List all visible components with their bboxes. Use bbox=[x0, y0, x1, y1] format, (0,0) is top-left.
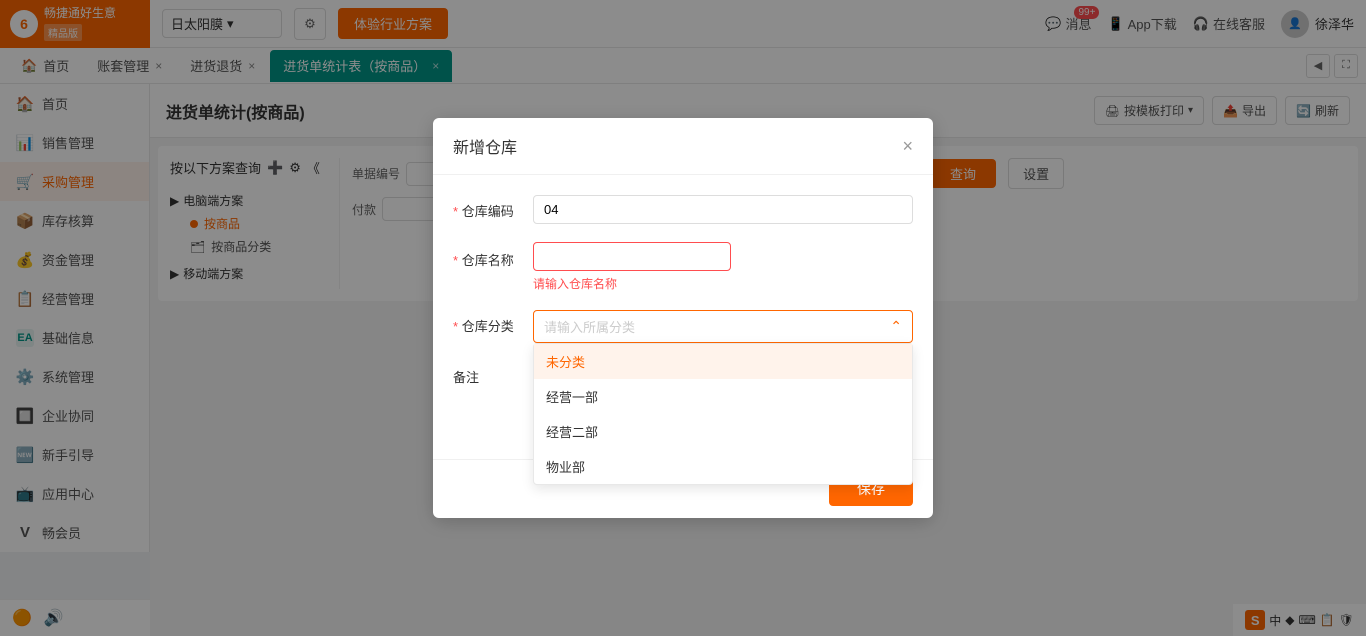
name-label-text: 仓库名称 bbox=[462, 253, 514, 268]
dropdown-option-dept2[interactable]: 经营二部 bbox=[534, 414, 912, 449]
name-label: * 仓库名称 bbox=[453, 244, 533, 269]
dropdown-option-dept1[interactable]: 经营一部 bbox=[534, 379, 912, 414]
code-label-text: 仓库编码 bbox=[462, 204, 514, 219]
note-label: 备注 bbox=[453, 361, 533, 386]
modal-title: 新增仓库 bbox=[453, 134, 517, 158]
modal-body: * 仓库编码 * 仓库名称 请输入仓库名称 bbox=[433, 175, 933, 459]
category-label: * 仓库分类 bbox=[453, 310, 533, 335]
dropdown-option-dept3[interactable]: 物业部 bbox=[534, 449, 912, 484]
category-placeholder: 请输入所属分类 bbox=[544, 317, 635, 336]
name-input[interactable] bbox=[533, 242, 731, 271]
form-name-row: * 仓库名称 bbox=[453, 242, 731, 271]
category-required: * bbox=[453, 319, 458, 334]
category-dropdown-list: 未分类 经营一部 经营二部 物业部 bbox=[533, 343, 913, 485]
category-dropdown-wrapper: 请输入所属分类 ⌃ 未分类 经营一部 经营二部 物业部 bbox=[533, 310, 913, 343]
form-row-code: * 仓库编码 bbox=[453, 195, 913, 224]
code-input[interactable] bbox=[533, 195, 913, 224]
form-row-name: * 仓库名称 请输入仓库名称 bbox=[453, 242, 913, 292]
modal-header: 新增仓库 × bbox=[433, 118, 933, 175]
modal-overlay: 新增仓库 × * 仓库编码 * 仓库名称 bbox=[0, 0, 1366, 636]
code-label: * 仓库编码 bbox=[453, 195, 533, 220]
name-required: * bbox=[453, 253, 458, 268]
new-warehouse-modal: 新增仓库 × * 仓库编码 * 仓库名称 bbox=[433, 118, 933, 518]
category-label-text: 仓库分类 bbox=[462, 319, 514, 334]
dropdown-option-unclassified[interactable]: 未分类 bbox=[534, 344, 912, 379]
form-row-category: * 仓库分类 请输入所属分类 ⌃ 未分类 经营一部 经营二部 物业部 bbox=[453, 310, 913, 343]
category-dropdown[interactable]: 请输入所属分类 ⌃ bbox=[533, 310, 913, 343]
name-error-msg: 请输入仓库名称 bbox=[533, 277, 617, 291]
modal-close-button[interactable]: × bbox=[902, 137, 913, 155]
name-error-area: 请输入仓库名称 bbox=[533, 275, 617, 292]
category-dropdown-arrow: ⌃ bbox=[890, 318, 902, 335]
code-required: * bbox=[453, 204, 458, 219]
